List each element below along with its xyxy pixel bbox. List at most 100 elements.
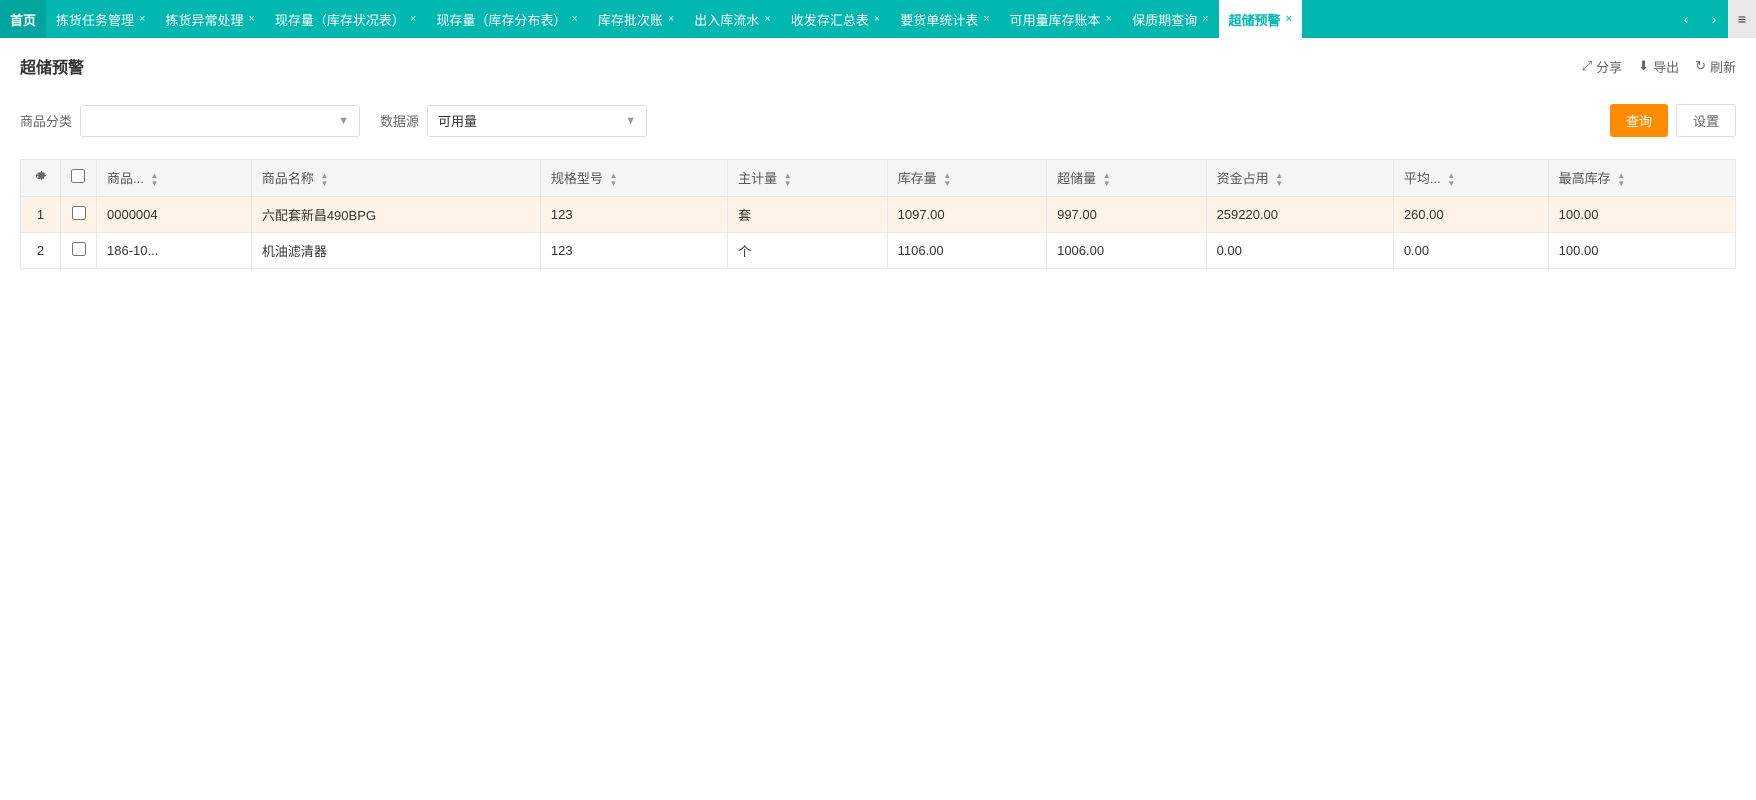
nav-arrows: ‹ › ≡	[1672, 0, 1756, 38]
close-tab-8[interactable]: ×	[983, 13, 989, 25]
row-spec-0: 123	[540, 196, 727, 232]
row-unit-0: 套	[728, 196, 887, 232]
close-tab-7[interactable]: ×	[874, 13, 880, 25]
sort-spec-icon[interactable]: ▲▼	[610, 172, 618, 188]
th-max-stock: 最高库存 ▲▼	[1548, 160, 1735, 197]
nav-next-button[interactable]: ›	[1700, 0, 1728, 38]
row-product-name-1: 机油滤清器	[251, 232, 540, 268]
query-button[interactable]: 查询	[1610, 104, 1668, 137]
row-check-1	[61, 232, 97, 268]
th-spec: 规格型号 ▲▼	[540, 160, 727, 197]
row-capital-1: 0.00	[1206, 232, 1393, 268]
refresh-button[interactable]: ↻ 刷新	[1695, 57, 1736, 76]
nav-item-6[interactable]: 出入库流水 ×	[684, 0, 780, 38]
row-stock-1: 1106.00	[887, 232, 1046, 268]
th-stock: 库存量 ▲▼	[887, 160, 1046, 197]
th-product-name: 商品名称 ▲▼	[251, 160, 540, 197]
sort-avg-icon[interactable]: ▲▼	[1447, 172, 1455, 188]
row-max-stock-0: 100.00	[1548, 196, 1735, 232]
nav-item-9[interactable]: 可用量库存账本 ×	[1000, 0, 1122, 38]
th-avg: 平均... ▲▼	[1393, 160, 1548, 197]
table-row: 2 186-10... 机油滤清器 123 个 1106.00 1006.00 …	[21, 232, 1736, 268]
row-checkbox-0[interactable]	[72, 206, 86, 220]
row-avg-1: 0.00	[1393, 232, 1548, 268]
category-select[interactable]: ▼	[80, 105, 360, 137]
close-tab-11[interactable]: ×	[1286, 13, 1292, 25]
nav-item-10[interactable]: 保质期查询 ×	[1122, 0, 1218, 38]
nav-item-home[interactable]: 首页	[0, 0, 46, 38]
close-tab-3[interactable]: ×	[410, 13, 416, 25]
row-overstock-1: 1006.00	[1047, 232, 1206, 268]
nav-item-3[interactable]: 现存量（库存状况表） ×	[265, 0, 426, 38]
filter-actions: 查询 设置	[1610, 104, 1736, 137]
share-icon: ⤢	[1582, 58, 1592, 74]
nav-item-1[interactable]: 拣货任务管理 ×	[46, 0, 155, 38]
export-icon: ⬇	[1638, 58, 1649, 74]
table-header: 商品... ▲▼ 商品名称 ▲▼ 规格型号 ▲▼ 主计量 ▲▼ 库存量 ▲▼	[21, 160, 1736, 197]
filter-bar: 商品分类 ▼ 数据源 可用量 ▼ 查询 设置	[20, 94, 1736, 147]
sort-unit-icon[interactable]: ▲▼	[784, 172, 792, 188]
table-row: 1 0000004 六配套新昌490BPG 123 套 1097.00 997.…	[21, 196, 1736, 232]
category-label: 商品分类	[20, 111, 72, 130]
th-gear	[21, 160, 61, 197]
datasource-select-value: 可用量	[438, 111, 477, 130]
header-actions: ⤢ 分享 ⬇ 导出 ↻ 刷新	[1582, 57, 1736, 76]
export-button[interactable]: ⬇ 导出	[1638, 57, 1679, 76]
nav-item-5[interactable]: 库存批次账 ×	[588, 0, 684, 38]
th-product-code: 商品... ▲▼	[97, 160, 252, 197]
row-spec-1: 123	[540, 232, 727, 268]
nav-item-7[interactable]: 收发存汇总表 ×	[781, 0, 890, 38]
nav-item-8[interactable]: 要货单统计表 ×	[890, 0, 999, 38]
close-tab-5[interactable]: ×	[668, 13, 674, 25]
row-max-stock-1: 100.00	[1548, 232, 1735, 268]
close-tab-1[interactable]: ×	[139, 13, 145, 25]
table-body: 1 0000004 六配套新昌490BPG 123 套 1097.00 997.…	[21, 196, 1736, 268]
row-overstock-0: 997.00	[1047, 196, 1206, 232]
row-product-code-0: 0000004	[97, 196, 252, 232]
sort-max-stock-icon[interactable]: ▲▼	[1617, 172, 1625, 188]
row-product-name-0: 六配套新昌490BPG	[251, 196, 540, 232]
close-tab-9[interactable]: ×	[1106, 13, 1112, 25]
sort-overstock-icon[interactable]: ▲▼	[1103, 172, 1111, 188]
select-all-checkbox[interactable]	[71, 169, 85, 183]
page-header: 超储预警 ⤢ 分享 ⬇ 导出 ↻ 刷新	[20, 54, 1736, 78]
row-num-1: 2	[21, 232, 61, 268]
nav-prev-button[interactable]: ‹	[1672, 0, 1700, 38]
page-title: 超储预警	[20, 54, 84, 78]
close-tab-2[interactable]: ×	[248, 13, 254, 25]
datasource-filter-group: 数据源 可用量 ▼	[380, 105, 647, 137]
nav-more-button[interactable]: ≡	[1728, 0, 1756, 38]
nav-item-11[interactable]: 超储预警 ×	[1219, 0, 1302, 38]
gear-icon[interactable]	[31, 168, 47, 184]
sort-stock-icon[interactable]: ▲▼	[943, 172, 951, 188]
datasource-select[interactable]: 可用量 ▼	[427, 105, 647, 137]
sort-product-name-icon[interactable]: ▲▼	[320, 172, 328, 188]
refresh-icon: ↻	[1695, 58, 1706, 74]
row-checkbox-1[interactable]	[72, 242, 86, 256]
sort-product-code-icon[interactable]: ▲▼	[150, 172, 158, 188]
datasource-label: 数据源	[380, 111, 419, 130]
page-content: 超储预警 ⤢ 分享 ⬇ 导出 ↻ 刷新 商品分类 ▼ 数据源	[0, 38, 1756, 285]
row-stock-0: 1097.00	[887, 196, 1046, 232]
category-chevron-icon: ▼	[338, 115, 349, 127]
nav-item-4[interactable]: 现存量（库存分布表） ×	[426, 0, 587, 38]
row-capital-0: 259220.00	[1206, 196, 1393, 232]
row-unit-1: 个	[728, 232, 887, 268]
row-check-0	[61, 196, 97, 232]
th-overstock: 超储量 ▲▼	[1047, 160, 1206, 197]
sort-capital-icon[interactable]: ▲▼	[1275, 172, 1283, 188]
row-avg-0: 260.00	[1393, 196, 1548, 232]
row-product-code-1: 186-10...	[97, 232, 252, 268]
share-button[interactable]: ⤢ 分享	[1582, 57, 1622, 76]
close-tab-6[interactable]: ×	[764, 13, 770, 25]
th-unit: 主计量 ▲▼	[728, 160, 887, 197]
datasource-chevron-icon: ▼	[625, 115, 636, 127]
th-capital: 资金占用 ▲▼	[1206, 160, 1393, 197]
settings-button[interactable]: 设置	[1676, 104, 1736, 137]
close-tab-4[interactable]: ×	[571, 13, 577, 25]
th-checkbox	[61, 160, 97, 197]
category-filter-group: 商品分类 ▼	[20, 105, 360, 137]
close-tab-10[interactable]: ×	[1202, 13, 1208, 25]
nav-item-2[interactable]: 拣货异常处理 ×	[155, 0, 264, 38]
row-num-0: 1	[21, 196, 61, 232]
